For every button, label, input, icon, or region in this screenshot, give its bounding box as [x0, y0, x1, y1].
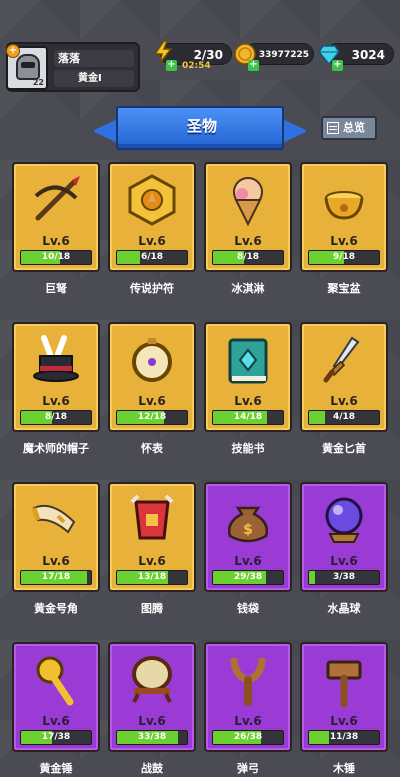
relic-name: 聚宝盆	[327, 282, 361, 295]
progress-bar: 4/18	[308, 410, 380, 425]
crossbow-icon	[34, 176, 80, 221]
progress-text: 9/18	[332, 252, 356, 262]
relic-level: Lv.6	[138, 714, 166, 728]
relic-level: Lv.6	[42, 394, 70, 408]
progress-bar: 6/18	[116, 250, 188, 265]
relic-card[interactable]: Lv.6 14/18	[204, 322, 292, 432]
relic-level: Lv.6	[138, 234, 166, 248]
relic-card[interactable]: Lv.6 8/18	[204, 162, 292, 272]
progress-text: 14/18	[233, 412, 263, 422]
progress-text: 26/38	[233, 732, 263, 742]
relic-level: Lv.6	[330, 714, 358, 728]
progress-text: 29/38	[233, 572, 263, 582]
relic-name: 技能书	[231, 442, 265, 455]
relic-name: 战鼓	[141, 762, 163, 775]
relic-card[interactable]: Lv.6 26/38	[204, 642, 292, 752]
progress-bar: 3/38	[308, 570, 380, 585]
relic-name: 怀表	[141, 442, 163, 455]
progress-bar: 14/18	[212, 410, 284, 425]
progress-bar: 17/38	[20, 730, 92, 745]
dagger-icon	[323, 336, 360, 383]
progress-bar: 9/18	[308, 250, 380, 265]
relic-name: 黄金匕首	[322, 442, 366, 455]
relic-name: 木锤	[333, 762, 355, 775]
progress-bar: 26/38	[212, 730, 284, 745]
progress-bar: 13/18	[116, 570, 188, 585]
horn-icon	[31, 504, 76, 534]
golden-mace-icon	[36, 656, 74, 706]
relic-name: 传说护符	[130, 282, 174, 295]
progress-text: 17/38	[41, 732, 71, 742]
svg-text:$: $	[243, 522, 253, 538]
relic-level: Lv.6	[234, 714, 262, 728]
pocket-watch-icon	[132, 338, 172, 382]
relic-card[interactable]: Lv.6 6/18	[108, 162, 196, 272]
relic-card[interactable]: Lv.6 10/18	[12, 162, 100, 272]
crystal-ball-icon	[325, 497, 363, 543]
relic-card[interactable]: Lv.6 4/18	[300, 322, 388, 432]
progress-bar: 10/18	[20, 250, 92, 265]
progress-text: 8/18	[236, 252, 260, 262]
relic-card[interactable]: Lv.6 9/18	[300, 162, 388, 272]
relic-card[interactable]: Lv.6 13/18	[108, 482, 196, 592]
skill-book-icon	[228, 338, 268, 384]
relic-name: 巨弩	[45, 282, 67, 295]
progress-text: 11/38	[329, 732, 359, 742]
relic-card[interactable]: Lv.6 11/38	[300, 642, 388, 752]
ice-cream-icon	[233, 177, 263, 227]
relic-name: 黄金锤	[39, 762, 73, 775]
progress-bar: 11/38	[308, 730, 380, 745]
relic-card[interactable]: Lv.6 33/38	[108, 642, 196, 752]
relic-level: Lv.6	[330, 394, 358, 408]
progress-text: 8/18	[44, 412, 68, 422]
progress-text: 6/18	[140, 252, 164, 262]
relic-level: Lv.6	[138, 394, 166, 408]
relic-card[interactable]: Lv.6 17/38	[12, 642, 100, 752]
relic-name: 钱袋	[237, 602, 259, 615]
relic-level: Lv.6	[138, 554, 166, 568]
relic-card[interactable]: Lv.6 3/38	[300, 482, 388, 592]
relic-name: 魔术师的帽子	[23, 442, 89, 455]
wooden-hammer-icon	[326, 660, 362, 708]
relic-level: Lv.6	[234, 554, 262, 568]
progress-text: 10/18	[41, 252, 71, 262]
progress-text: 17/18	[41, 572, 71, 582]
relic-card[interactable]: Lv.6 17/18	[12, 482, 100, 592]
progress-bar: 8/18	[20, 410, 92, 425]
relic-card[interactable]: Lv.6 8/18	[12, 322, 100, 432]
progress-bar: 17/18	[20, 570, 92, 585]
progress-bar: 8/18	[212, 250, 284, 265]
money-bag-icon: $	[228, 506, 268, 543]
relic-level: Lv.6	[42, 714, 70, 728]
relic-card[interactable]: Lv.6 12/18	[108, 322, 196, 432]
relic-grid: Lv.6 10/18 巨弩 Lv.6 6/18 传说护符 Lv.6 8/18 冰淇淋 Lv.6 9/…	[0, 0, 400, 777]
relic-level: Lv.6	[234, 234, 262, 248]
relic-level: Lv.6	[330, 554, 358, 568]
relic-card[interactable]: $ Lv.6 29/38	[204, 482, 292, 592]
progress-text: 3/38	[332, 572, 356, 582]
progress-bar: 29/38	[212, 570, 284, 585]
slingshot-icon	[230, 657, 266, 706]
relic-name: 水晶球	[327, 602, 361, 615]
progress-text: 13/18	[137, 572, 167, 582]
war-drum-icon	[132, 656, 172, 703]
progress-bar: 12/18	[116, 410, 188, 425]
relic-level: Lv.6	[42, 554, 70, 568]
progress-text: 12/18	[137, 412, 167, 422]
progress-text: 4/18	[332, 412, 356, 422]
relic-name: 冰淇淋	[231, 282, 265, 295]
totem-icon	[130, 494, 174, 540]
magic-hat-icon	[33, 335, 79, 382]
relic-level: Lv.6	[42, 234, 70, 248]
relic-name: 弹弓	[237, 762, 259, 775]
progress-bar: 33/38	[116, 730, 188, 745]
relic-level: Lv.6	[330, 234, 358, 248]
relic-level: Lv.6	[234, 394, 262, 408]
relic-name: 图腾	[141, 602, 163, 615]
relic-name: 黄金号角	[34, 602, 78, 615]
amulet-icon	[128, 174, 176, 226]
treasure-bowl-icon	[324, 191, 364, 220]
progress-text: 33/38	[137, 732, 167, 742]
